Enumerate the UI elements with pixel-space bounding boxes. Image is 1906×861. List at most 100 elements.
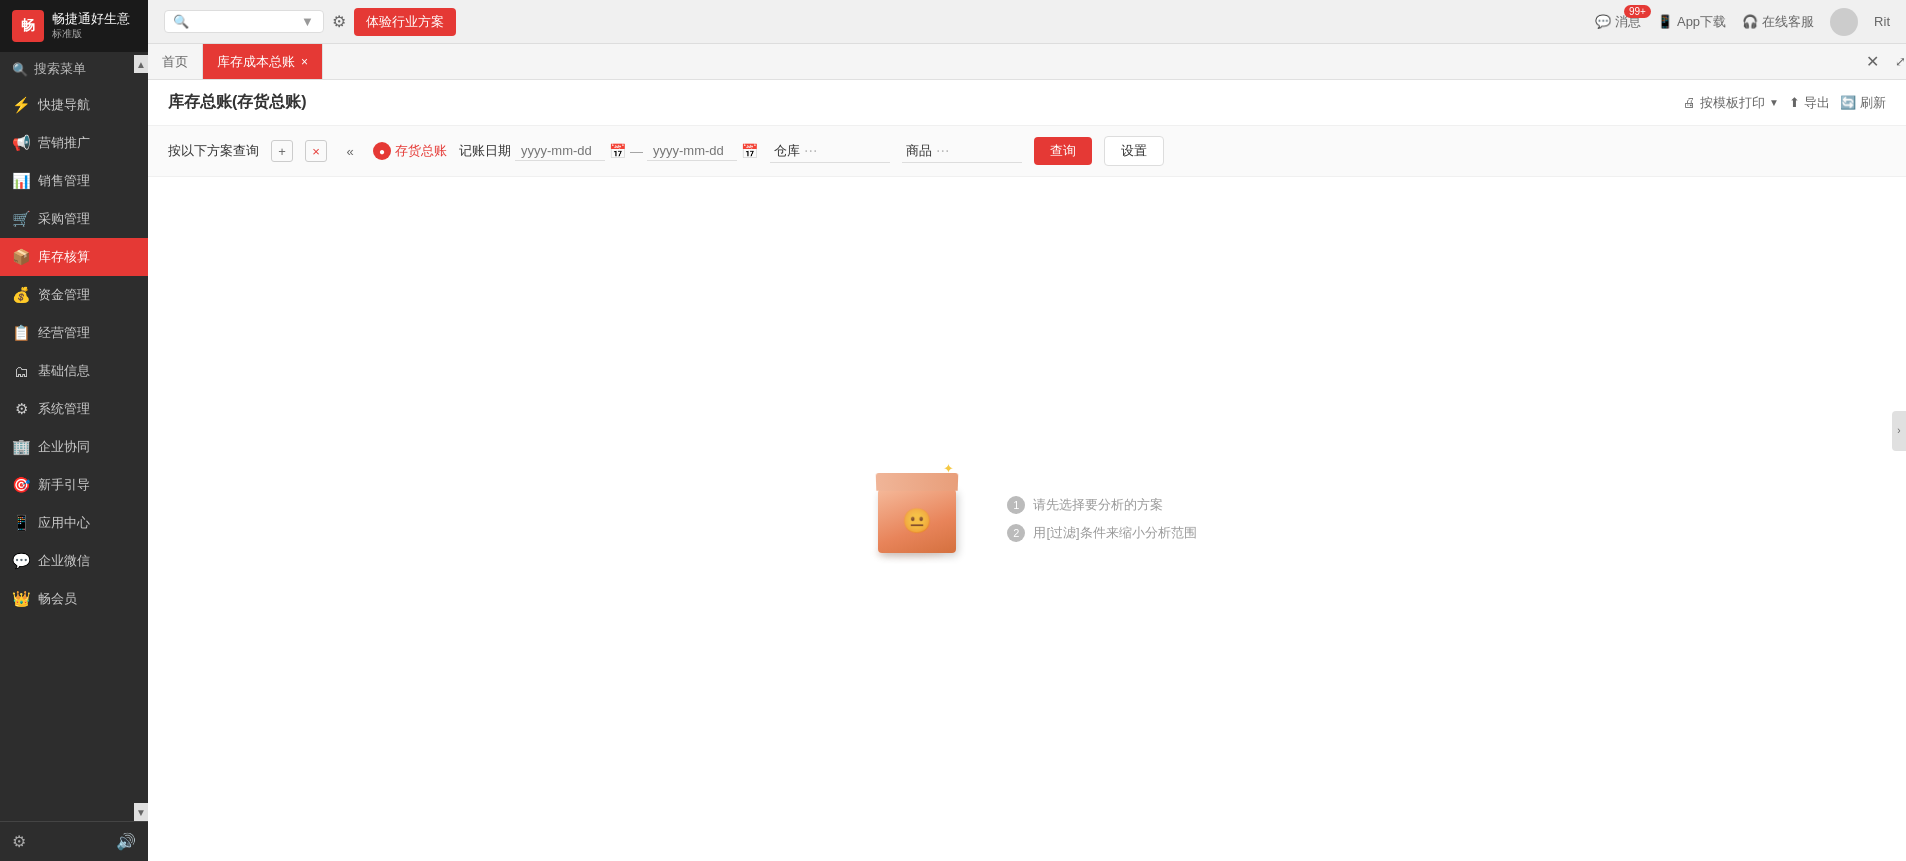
finance-icon: 💰 bbox=[12, 286, 30, 304]
filter-selected-item[interactable]: ● 存货总账 bbox=[373, 142, 447, 160]
empty-state: ✦ 😐 1 请先选择要分析的方案 2 用[过滤]条件来缩小分析范围 bbox=[148, 177, 1906, 861]
basic-icon: 🗂 bbox=[12, 362, 30, 380]
warehouse-field[interactable]: 仓库 ··· bbox=[770, 140, 890, 163]
sidebar-item-newguide[interactable]: 🎯 新手引导 bbox=[0, 466, 148, 504]
logo-icon: 畅 bbox=[12, 10, 44, 42]
sidebar-footer: ⚙ 🔊 bbox=[0, 821, 148, 861]
warehouse-more-icon[interactable]: ··· bbox=[804, 142, 817, 160]
print-icon: 🖨 bbox=[1683, 95, 1696, 110]
topbar: 🔍 ▼ ⚙ 体验行业方案 💬 消息 99+ 📱 App下载 🎧 在线客服 Rit bbox=[148, 0, 1906, 44]
empty-num-2: 2 bbox=[1007, 524, 1025, 542]
topbar-gear-icon[interactable]: ⚙ bbox=[332, 12, 346, 31]
topbar-chevron-icon[interactable]: ▼ bbox=[301, 14, 314, 29]
online-service-button[interactable]: 🎧 在线客服 bbox=[1742, 13, 1814, 31]
settings-footer-icon[interactable]: ⚙ bbox=[12, 832, 26, 851]
sidebar-item-basic[interactable]: 🗂 基础信息 bbox=[0, 352, 148, 390]
user-name: Rit bbox=[1874, 14, 1890, 29]
empty-hint-2-text: 用[过滤]条件来缩小分析范围 bbox=[1033, 524, 1196, 542]
settings-button[interactable]: 设置 bbox=[1104, 136, 1164, 166]
right-panel-toggle[interactable]: › bbox=[1892, 411, 1906, 451]
sidebar-item-operations[interactable]: 📋 经营管理 bbox=[0, 314, 148, 352]
sidebar-item-appcenter[interactable]: 📱 应用中心 bbox=[0, 504, 148, 542]
empty-hint-1-text: 请先选择要分析的方案 bbox=[1033, 496, 1163, 514]
purchase-icon: 🛒 bbox=[12, 210, 30, 228]
empty-hint-2: 2 用[过滤]条件来缩小分析范围 bbox=[1007, 524, 1196, 542]
sidebar-item-label: 经营管理 bbox=[38, 324, 90, 342]
sidebar-item-sales[interactable]: 📊 销售管理 bbox=[0, 162, 148, 200]
filter-clear-button[interactable]: × bbox=[305, 140, 327, 162]
sidebar-item-wechat[interactable]: 💬 企业微信 bbox=[0, 542, 148, 580]
user-avatar bbox=[1830, 8, 1858, 36]
sidebar-item-label: 库存核算 bbox=[38, 248, 90, 266]
sidebar-item-label: 营销推广 bbox=[38, 134, 90, 152]
sidebar-scroll-up[interactable]: ▲ bbox=[134, 55, 148, 73]
tab-inventory-ledger[interactable]: 库存成本总账 × bbox=[203, 44, 323, 79]
tab-close-icon[interactable]: × bbox=[301, 55, 308, 69]
calendar-start-icon[interactable]: 📅 bbox=[609, 143, 626, 159]
print-button[interactable]: 🖨 按模板打印 ▼ bbox=[1683, 94, 1779, 112]
sidebar-item-label: 新手引导 bbox=[38, 476, 90, 494]
sidebar-item-enterprise[interactable]: 🏢 企业协同 bbox=[0, 428, 148, 466]
print-label: 按模板打印 bbox=[1700, 94, 1765, 112]
sidebar-item-label: 企业微信 bbox=[38, 552, 90, 570]
sidebar-logo: 畅 畅捷通好生意 标准版 bbox=[0, 0, 148, 52]
topbar-search-area[interactable]: 🔍 ▼ bbox=[164, 10, 324, 33]
sidebar-item-label: 快捷导航 bbox=[38, 96, 90, 114]
topbar-right: 💬 消息 99+ 📱 App下载 🎧 在线客服 Rit bbox=[1595, 8, 1890, 36]
sidebar-item-label: 企业协同 bbox=[38, 438, 90, 456]
quicknav-icon: ⚡ bbox=[12, 96, 30, 114]
sidebar-item-label: 基础信息 bbox=[38, 362, 90, 380]
filter-add-button[interactable]: + bbox=[271, 140, 293, 162]
sidebar-item-marketing[interactable]: 📢 营销推广 bbox=[0, 124, 148, 162]
wechat-icon: 💬 bbox=[12, 552, 30, 570]
tab-home-label: 首页 bbox=[162, 53, 188, 71]
filter-bar: 按以下方案查询 + × « ● 存货总账 记账日期 📅 — 📅 bbox=[148, 126, 1906, 177]
sidebar-item-system[interactable]: ⚙ 系统管理 bbox=[0, 390, 148, 428]
app-download-label: App下载 bbox=[1677, 13, 1726, 31]
sidebar-item-member[interactable]: 👑 畅会员 bbox=[0, 580, 148, 618]
filter-selected-icon: ● bbox=[373, 142, 391, 160]
product-field[interactable]: 商品 ··· bbox=[902, 140, 1022, 163]
topbar-search-input[interactable] bbox=[195, 15, 295, 29]
calendar-end-icon[interactable]: 📅 bbox=[741, 143, 758, 159]
sidebar-item-inventory[interactable]: 📦 库存核算 bbox=[0, 238, 148, 276]
app-download-button[interactable]: 📱 App下载 bbox=[1657, 13, 1726, 31]
tab-expand-icon[interactable]: ⤢ bbox=[1895, 54, 1906, 69]
sidebar-scroll-down[interactable]: ▼ bbox=[134, 803, 148, 821]
logo-text-area: 畅捷通好生意 标准版 bbox=[52, 11, 130, 41]
date-end-input[interactable] bbox=[647, 141, 737, 161]
date-label: 记账日期 bbox=[459, 142, 511, 160]
export-icon: ⬆ bbox=[1789, 95, 1800, 110]
empty-hint-1: 1 请先选择要分析的方案 bbox=[1007, 496, 1196, 514]
tab-panel-close-button[interactable]: ✕ bbox=[1854, 52, 1891, 71]
date-start-input[interactable] bbox=[515, 141, 605, 161]
sidebar-item-finance[interactable]: 💰 资金管理 bbox=[0, 276, 148, 314]
export-button[interactable]: ⬆ 导出 bbox=[1789, 94, 1830, 112]
empty-text: 1 请先选择要分析的方案 2 用[过滤]条件来缩小分析范围 bbox=[1007, 496, 1196, 542]
refresh-button[interactable]: 🔄 刷新 bbox=[1840, 94, 1886, 112]
date-input-group: 记账日期 📅 — 📅 bbox=[459, 141, 758, 161]
product-label: 商品 bbox=[906, 142, 932, 160]
product-more-icon[interactable]: ··· bbox=[936, 142, 949, 160]
sidebar: 畅 畅捷通好生意 标准版 🔍 搜索菜单 ⚡ 快捷导航 📢 营销推广 📊 销售管理… bbox=[0, 0, 148, 861]
industry-solution-button[interactable]: 体验行业方案 bbox=[354, 8, 456, 36]
filter-selected-label: 存货总账 bbox=[395, 142, 447, 160]
topbar-search-icon: 🔍 bbox=[173, 14, 189, 29]
query-button[interactable]: 查询 bbox=[1034, 137, 1092, 165]
mute-footer-icon[interactable]: 🔊 bbox=[116, 832, 136, 851]
date-separator: — bbox=[630, 144, 643, 159]
logo-title: 畅捷通好生意 bbox=[52, 11, 130, 27]
warehouse-label: 仓库 bbox=[774, 142, 800, 160]
message-button[interactable]: 💬 消息 99+ bbox=[1595, 13, 1641, 31]
sidebar-item-label: 采购管理 bbox=[38, 210, 90, 228]
sidebar-search[interactable]: 🔍 搜索菜单 bbox=[0, 52, 148, 86]
filter-collapse-button[interactable]: « bbox=[339, 140, 361, 162]
main-area: 🔍 ▼ ⚙ 体验行业方案 💬 消息 99+ 📱 App下载 🎧 在线客服 Rit bbox=[148, 0, 1906, 861]
appcenter-icon: 📱 bbox=[12, 514, 30, 532]
sidebar-search-label: 搜索菜单 bbox=[34, 60, 86, 78]
sidebar-item-purchase[interactable]: 🛒 采购管理 bbox=[0, 200, 148, 238]
tab-home[interactable]: 首页 bbox=[148, 44, 203, 79]
print-dropdown-icon[interactable]: ▼ bbox=[1769, 97, 1779, 108]
sidebar-item-label: 资金管理 bbox=[38, 286, 90, 304]
sidebar-item-quicknav[interactable]: ⚡ 快捷导航 bbox=[0, 86, 148, 124]
